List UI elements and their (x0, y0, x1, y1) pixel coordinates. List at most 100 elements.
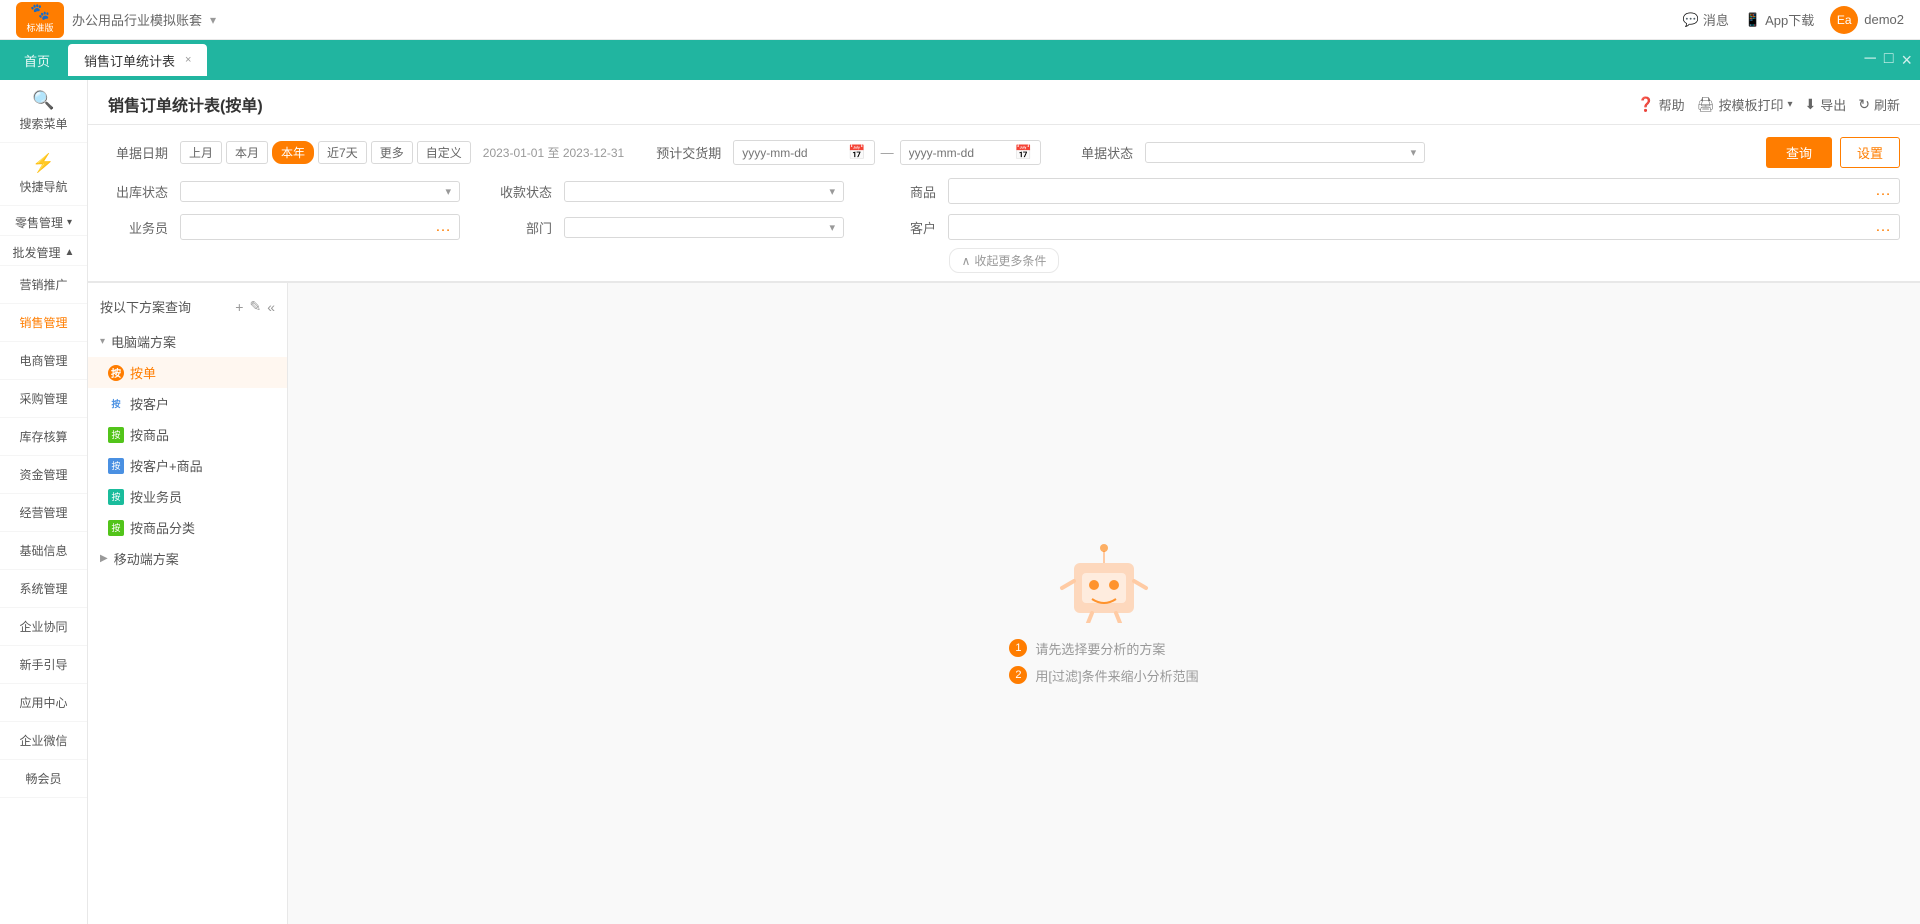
calendar-end-icon: 📅 (1015, 144, 1032, 161)
filter-row-1: 单据日期 上月 本月 本年 近7天 更多 自定义 2023-01-01 至 20… (108, 137, 1900, 168)
mobile-group-arrow: ▶ (100, 553, 108, 564)
sidebar-item-ecommerce[interactable]: 电商管理 (0, 342, 87, 380)
salesperson-dots[interactable]: … (435, 218, 451, 236)
sidebar: 🔍 搜索菜单 ⚡ 快捷导航 零售管理 ▾ 批发管理 ▲ 营销推广 销售管理 电商… (0, 80, 88, 924)
tab-home[interactable]: 首页 (8, 44, 66, 76)
sidebar-item-system[interactable]: 系统管理 (0, 570, 87, 608)
search-btn[interactable]: 查询 (1766, 137, 1832, 168)
date-btn-this-month[interactable]: 本月 (226, 141, 268, 164)
date-btn-this-year[interactable]: 本年 (272, 141, 314, 164)
app-download-btn[interactable]: 📱 App下载 (1745, 10, 1814, 29)
item-type-green1: 按 (108, 427, 124, 443)
tree-item-by-customer-goods[interactable]: 按 按客户+商品 (88, 450, 287, 481)
sidebar-item-inventory[interactable]: 库存核算 (0, 418, 87, 456)
date-btn-last-month[interactable]: 上月 (180, 141, 222, 164)
item-type-teal: 按 (108, 489, 124, 505)
empty-tip-1: 1 请先选择要分析的方案 (1009, 639, 1198, 658)
sidebar-group-wholesale[interactable]: 批发管理 ▲ (0, 236, 87, 266)
logo: 🐾 标准版 (16, 2, 64, 38)
customer-input[interactable]: … (948, 214, 1900, 240)
customer-dots[interactable]: … (1875, 218, 1891, 236)
date-btn-more[interactable]: 更多 (371, 141, 413, 164)
goods-dots[interactable]: … (1875, 182, 1891, 200)
expected-date-end-input[interactable] (909, 146, 1009, 160)
expected-date-start[interactable]: 📅 (733, 140, 874, 165)
expected-date-end[interactable]: 📅 (900, 140, 1041, 165)
tree-item-by-customer[interactable]: 按 按客户 (88, 388, 287, 419)
delivery-status-select[interactable]: ▾ (180, 181, 460, 202)
tab-close-btn[interactable]: × (185, 54, 191, 66)
department-label: 部门 (492, 218, 552, 237)
export-btn[interactable]: ⬇ 导出 (1805, 95, 1847, 114)
left-panel-edit-btn[interactable]: ✎ (249, 298, 261, 315)
collapse-btn[interactable]: ∧ 收起更多条件 (949, 248, 1060, 273)
template-print-btn[interactable]: 🖨 按模板打印 ▾ (1697, 95, 1793, 114)
window-maximize-btn[interactable]: □ (1884, 50, 1894, 71)
app-title-arrow[interactable]: ▾ (210, 13, 216, 27)
tip-num-2: 2 (1009, 666, 1027, 684)
expected-date-input: 📅 — 📅 (733, 140, 1041, 165)
expected-date-start-input[interactable] (742, 146, 842, 160)
left-panel-title: 按以下方案查询 (100, 297, 229, 316)
message-btn[interactable]: 💬 消息 (1683, 10, 1729, 29)
status-select[interactable]: ▾ (1145, 142, 1425, 163)
goods-input[interactable]: … (948, 178, 1900, 204)
main-layout: 🔍 搜索菜单 ⚡ 快捷导航 零售管理 ▾ 批发管理 ▲ 营销推广 销售管理 电商… (0, 80, 1920, 924)
sidebar-item-member[interactable]: 畅会员 (0, 760, 87, 798)
filter-inner: 单据日期 上月 本月 本年 近7天 更多 自定义 2023-01-01 至 20… (88, 125, 1920, 240)
settings-btn[interactable]: 设置 (1840, 137, 1900, 168)
sidebar-item-enterprise[interactable]: 企业协同 (0, 608, 87, 646)
retail-arrow-icon: ▾ (67, 217, 72, 228)
print-icon: 🖨 (1697, 96, 1715, 113)
status-select-arrow: ▾ (1411, 146, 1417, 159)
quick-nav-icon: ⚡ (32, 153, 54, 174)
page-title: 销售订单统计表(按单) (108, 92, 263, 116)
tree-group-pc[interactable]: ▾ 电脑端方案 (88, 326, 287, 357)
window-minimize-btn[interactable]: ─ (1864, 50, 1875, 71)
tab-sales-order-stats[interactable]: 销售订单统计表 × (68, 44, 207, 76)
salesperson-input[interactable]: … (180, 214, 460, 240)
date-buttons: 上月 本月 本年 近7天 更多 自定义 (180, 141, 471, 164)
tree-item-by-goods[interactable]: 按 按商品 (88, 419, 287, 450)
date-btn-custom[interactable]: 自定义 (417, 141, 471, 164)
department-select[interactable]: ▾ (564, 217, 844, 238)
left-panel-add-btn[interactable]: + (235, 299, 243, 315)
content: 销售订单统计表(按单) ❓ 帮助 🖨 按模板打印 ▾ ⬇ 导出 ↻ 刷新 (88, 80, 1920, 924)
receipt-status-label: 收款状态 (492, 182, 552, 201)
sidebar-item-quick-nav[interactable]: ⚡ 快捷导航 (0, 143, 87, 206)
sidebar-item-sales[interactable]: 销售管理 (0, 304, 87, 342)
tree-item-by-salesperson[interactable]: 按 按业务员 (88, 481, 287, 512)
pc-group-arrow: ▾ (100, 336, 105, 347)
date-btn-7days[interactable]: 近7天 (318, 141, 367, 164)
sidebar-item-newuser[interactable]: 新手引导 (0, 646, 87, 684)
help-btn[interactable]: ❓ 帮助 (1637, 95, 1684, 114)
sidebar-item-finance[interactable]: 资金管理 (0, 456, 87, 494)
tree-item-by-order[interactable]: 按 按单 (88, 357, 287, 388)
date-sep: — (881, 145, 894, 160)
sidebar-item-enterprise-wechat[interactable]: 企业微信 (0, 722, 87, 760)
item-type-blue1: 按 (108, 396, 124, 412)
sidebar-item-operations[interactable]: 经营管理 (0, 494, 87, 532)
sidebar-item-basic-info[interactable]: 基础信息 (0, 532, 87, 570)
sidebar-item-search-menu[interactable]: 🔍 搜索菜单 (0, 80, 87, 143)
tree-item-by-goods-category[interactable]: 按 按商品分类 (88, 512, 287, 543)
receipt-status-select[interactable]: ▾ (564, 181, 844, 202)
tree-group-mobile[interactable]: ▶ 移动端方案 (88, 543, 287, 574)
sidebar-item-appcenter[interactable]: 应用中心 (0, 684, 87, 722)
filter-row-3: 业务员 … 部门 ▾ 客户 … (108, 214, 1900, 240)
item-type-green2: 按 (108, 520, 124, 536)
search-menu-icon: 🔍 (32, 90, 54, 111)
delivery-status-label: 出库状态 (108, 182, 168, 201)
sidebar-item-purchase[interactable]: 采购管理 (0, 380, 87, 418)
left-panel: 按以下方案查询 + ✎ « ▾ 电脑端方案 按 按单 按 按客户 (88, 283, 288, 924)
left-panel-collapse-btn[interactable]: « (267, 299, 275, 315)
logo-icon: 🐾 (30, 5, 50, 21)
user-area[interactable]: Ea demo2 (1830, 6, 1904, 34)
delivery-select-arrow: ▾ (445, 185, 451, 198)
refresh-btn[interactable]: ↻ 刷新 (1858, 95, 1900, 114)
window-close-btn[interactable]: × (1901, 50, 1912, 71)
sidebar-item-marketing[interactable]: 营销推广 (0, 266, 87, 304)
status-label: 单据状态 (1073, 143, 1133, 162)
sidebar-group-retail[interactable]: 零售管理 ▾ (0, 206, 87, 236)
salesperson-label: 业务员 (108, 218, 168, 237)
